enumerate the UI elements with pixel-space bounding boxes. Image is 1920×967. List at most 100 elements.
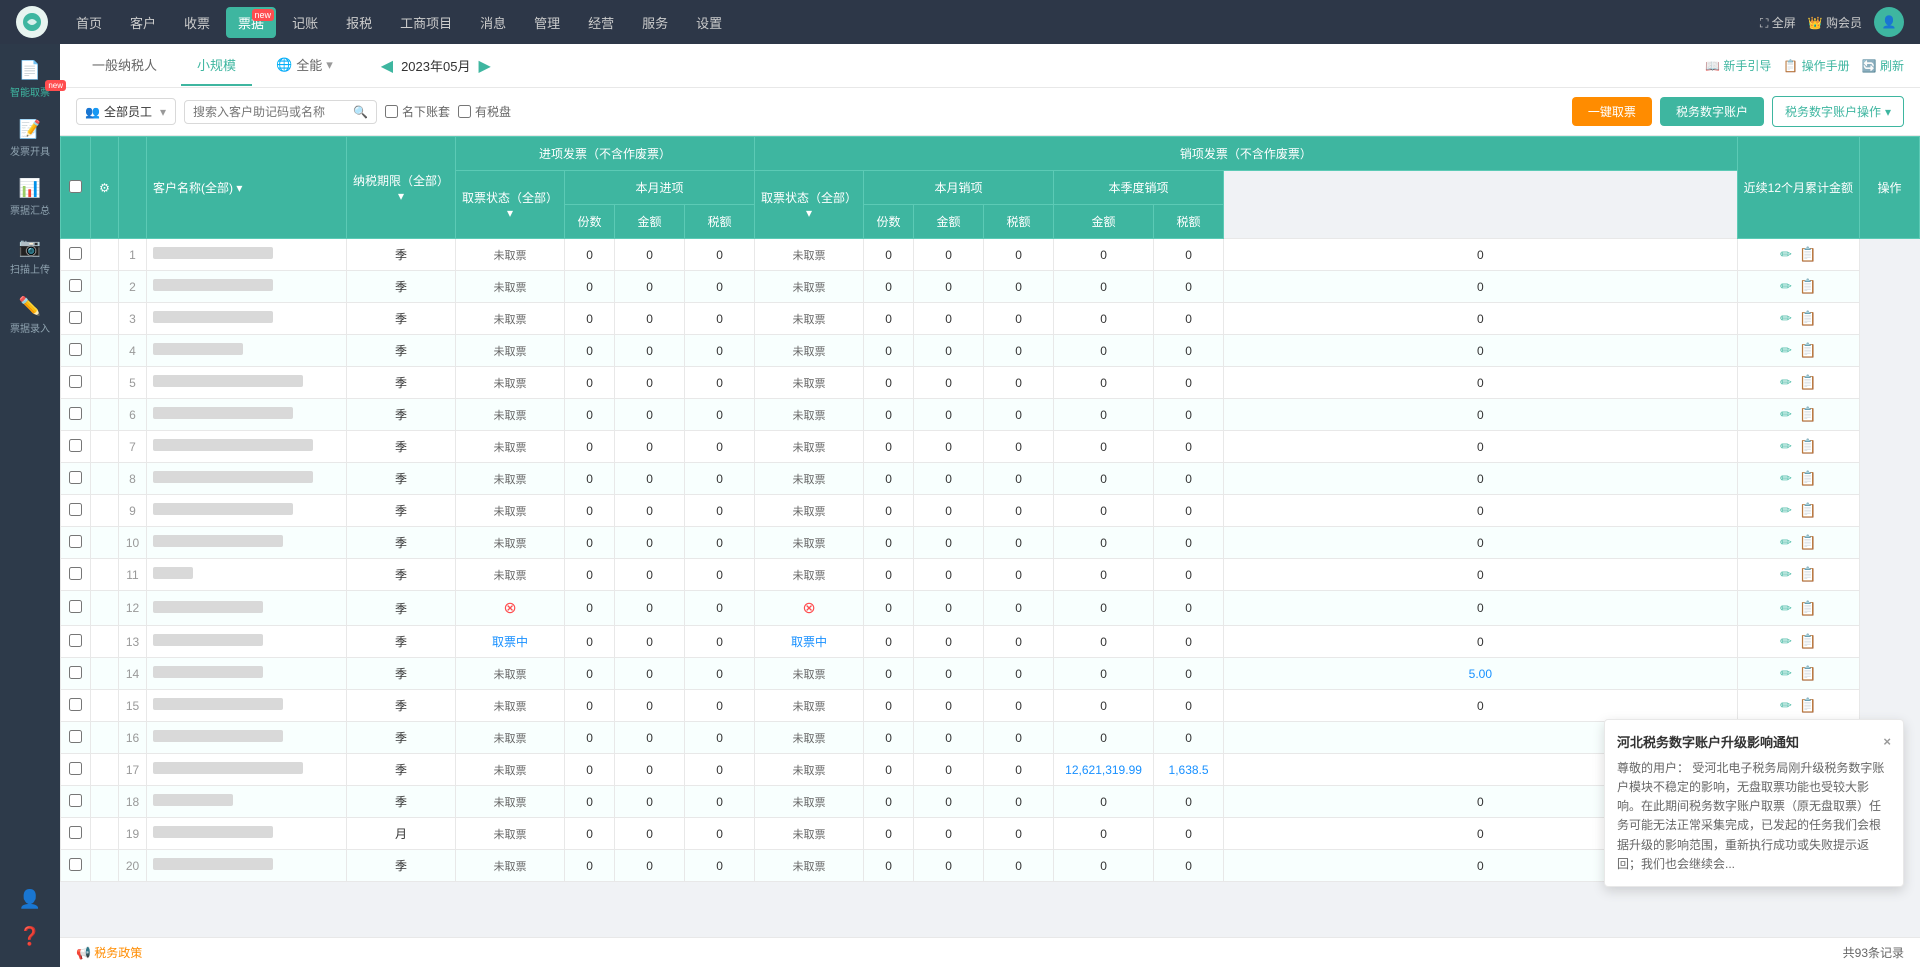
edit-icon[interactable]: ✏ bbox=[1780, 534, 1792, 550]
new-guide-btn[interactable]: 📖 新手引导 bbox=[1705, 57, 1771, 74]
refresh-btn[interactable]: 🔄 刷新 bbox=[1862, 57, 1904, 74]
copy-icon[interactable]: 📋 bbox=[1799, 502, 1816, 518]
row-select-checkbox[interactable] bbox=[69, 375, 82, 388]
edit-icon[interactable]: ✏ bbox=[1780, 310, 1792, 326]
edit-icon[interactable]: ✏ bbox=[1780, 665, 1792, 681]
copy-icon[interactable]: 📋 bbox=[1799, 246, 1816, 262]
check-ledger-checkbox[interactable] bbox=[385, 105, 398, 118]
edit-icon[interactable]: ✏ bbox=[1780, 406, 1792, 422]
row-select-checkbox[interactable] bbox=[69, 247, 82, 260]
user-avatar[interactable]: 👤 bbox=[1874, 7, 1904, 37]
check-taxbox-label[interactable]: 有税盘 bbox=[458, 103, 511, 120]
row-select-checkbox[interactable] bbox=[69, 503, 82, 516]
nav-tax[interactable]: 报税 bbox=[334, 7, 384, 38]
select-all-checkbox[interactable] bbox=[69, 180, 82, 193]
row-select-checkbox[interactable] bbox=[69, 471, 82, 484]
sidebar-item-user[interactable]: 👤 bbox=[3, 881, 57, 918]
copy-icon[interactable]: 📋 bbox=[1799, 470, 1816, 486]
edit-icon[interactable]: ✏ bbox=[1780, 470, 1792, 486]
copy-icon[interactable]: 📋 bbox=[1799, 374, 1816, 390]
row-select-checkbox[interactable] bbox=[69, 826, 82, 839]
sidebar-item-smart-invoice[interactable]: 📄 智能取票 new bbox=[3, 52, 57, 107]
nav-manage[interactable]: 管理 bbox=[522, 7, 572, 38]
date-next-btn[interactable]: ▶ bbox=[478, 56, 490, 76]
digital-account-btn[interactable]: 税务数字账户 bbox=[1660, 97, 1764, 126]
row-select-checkbox[interactable] bbox=[69, 407, 82, 420]
sidebar-item-help[interactable]: ❓ bbox=[3, 918, 57, 955]
edit-icon[interactable]: ✏ bbox=[1780, 438, 1792, 454]
tab-general-taxpayer[interactable]: 一般纳税人 bbox=[76, 45, 173, 86]
row-select-checkbox[interactable] bbox=[69, 311, 82, 324]
check-taxbox-checkbox[interactable] bbox=[458, 105, 471, 118]
edit-icon[interactable]: ✏ bbox=[1780, 374, 1792, 390]
copy-icon[interactable]: 📋 bbox=[1799, 278, 1816, 294]
edit-icon[interactable]: ✏ bbox=[1780, 566, 1792, 582]
filter-icon[interactable]: ▾ bbox=[236, 181, 242, 195]
copy-icon[interactable]: 📋 bbox=[1799, 534, 1816, 550]
row-select-checkbox[interactable] bbox=[69, 634, 82, 647]
row-select-checkbox[interactable] bbox=[69, 730, 82, 743]
copy-icon[interactable]: 📋 bbox=[1799, 342, 1816, 358]
row-select-checkbox[interactable] bbox=[69, 567, 82, 580]
row-select-checkbox[interactable] bbox=[69, 279, 82, 292]
edit-icon[interactable]: ✏ bbox=[1780, 600, 1792, 616]
row-select-checkbox[interactable] bbox=[69, 698, 82, 711]
row-select-checkbox[interactable] bbox=[69, 535, 82, 548]
settings-icon[interactable]: ⚙ bbox=[99, 181, 110, 195]
nav-client[interactable]: 客户 bbox=[118, 7, 168, 38]
employee-select[interactable]: 👥 全部员工 ▾ bbox=[76, 98, 176, 125]
check-ledger-label[interactable]: 名下账套 bbox=[385, 103, 450, 120]
sidebar-item-invoice-open[interactable]: 📝 发票开具 bbox=[3, 111, 57, 166]
search-input[interactable] bbox=[193, 105, 353, 119]
row-select-checkbox[interactable] bbox=[69, 343, 82, 356]
nav-operation[interactable]: 经营 bbox=[576, 7, 626, 38]
row-select-checkbox[interactable] bbox=[69, 794, 82, 807]
sidebar-item-scan-upload[interactable]: 📷 扫描上传 bbox=[3, 229, 57, 284]
copy-icon[interactable]: 📋 bbox=[1799, 406, 1816, 422]
edit-icon[interactable]: ✏ bbox=[1780, 246, 1792, 262]
row-select-checkbox[interactable] bbox=[69, 600, 82, 613]
nav-settings[interactable]: 设置 bbox=[684, 7, 734, 38]
member-btn[interactable]: 👑 购会员 bbox=[1808, 14, 1862, 31]
in-status-filter-icon[interactable]: ▾ bbox=[507, 206, 513, 220]
nav-service[interactable]: 服务 bbox=[630, 7, 680, 38]
edit-icon[interactable]: ✏ bbox=[1780, 697, 1792, 713]
nav-message[interactable]: 消息 bbox=[468, 7, 518, 38]
edit-icon[interactable]: ✏ bbox=[1780, 342, 1792, 358]
notification-close-btn[interactable]: × bbox=[1883, 734, 1891, 749]
nav-receipt[interactable]: 收票 bbox=[172, 7, 222, 38]
nav-home[interactable]: 首页 bbox=[64, 7, 114, 38]
nav-business[interactable]: 工商项目 bbox=[388, 7, 464, 38]
edit-icon[interactable]: ✏ bbox=[1780, 633, 1792, 649]
sidebar-item-invoice-entry[interactable]: ✏️ 票据录入 bbox=[3, 288, 57, 343]
row-select-checkbox[interactable] bbox=[69, 762, 82, 775]
period-filter-icon[interactable]: ▾ bbox=[398, 189, 404, 203]
copy-icon[interactable]: 📋 bbox=[1799, 566, 1816, 582]
out-status-filter-icon[interactable]: ▾ bbox=[806, 206, 812, 220]
one-click-fetch-btn[interactable]: 一键取票 bbox=[1572, 97, 1652, 126]
digital-account-op-btn[interactable]: 税务数字账户操作 ▾ bbox=[1772, 96, 1904, 127]
copy-icon[interactable]: 📋 bbox=[1799, 633, 1816, 649]
copy-icon[interactable]: 📋 bbox=[1799, 697, 1816, 713]
manual-btn[interactable]: 📋 操作手册 bbox=[1783, 57, 1849, 74]
edit-icon[interactable]: ✏ bbox=[1780, 502, 1792, 518]
copy-icon[interactable]: 📋 bbox=[1799, 600, 1816, 616]
fullscreen-btn[interactable]: ⛶ 全屏 bbox=[1760, 14, 1796, 31]
row-select-checkbox[interactable] bbox=[69, 666, 82, 679]
copy-icon[interactable]: 📋 bbox=[1799, 438, 1816, 454]
sidebar-item-invoice-summary[interactable]: 📊 票据汇总 bbox=[3, 170, 57, 225]
row-select-checkbox[interactable] bbox=[69, 858, 82, 871]
tax-policy-link[interactable]: 📢 税务政策 bbox=[76, 944, 142, 961]
copy-icon[interactable]: 📋 bbox=[1799, 665, 1816, 681]
nav-invoice[interactable]: 票据 new bbox=[226, 7, 276, 38]
nav-bookkeeping[interactable]: 记账 bbox=[280, 7, 330, 38]
row-select-checkbox[interactable] bbox=[69, 439, 82, 452]
edit-icon[interactable]: ✏ bbox=[1780, 278, 1792, 294]
tab-small-scale[interactable]: 小规模 bbox=[181, 45, 252, 86]
row-action: ✏ 📋 bbox=[1737, 626, 1859, 658]
date-prev-btn[interactable]: ◀ bbox=[381, 56, 393, 76]
row-settings bbox=[91, 431, 119, 463]
row-action: ✏ 📋 bbox=[1737, 335, 1859, 367]
tab-all[interactable]: 🌐 全能 ▾ bbox=[260, 45, 349, 86]
copy-icon[interactable]: 📋 bbox=[1799, 310, 1816, 326]
